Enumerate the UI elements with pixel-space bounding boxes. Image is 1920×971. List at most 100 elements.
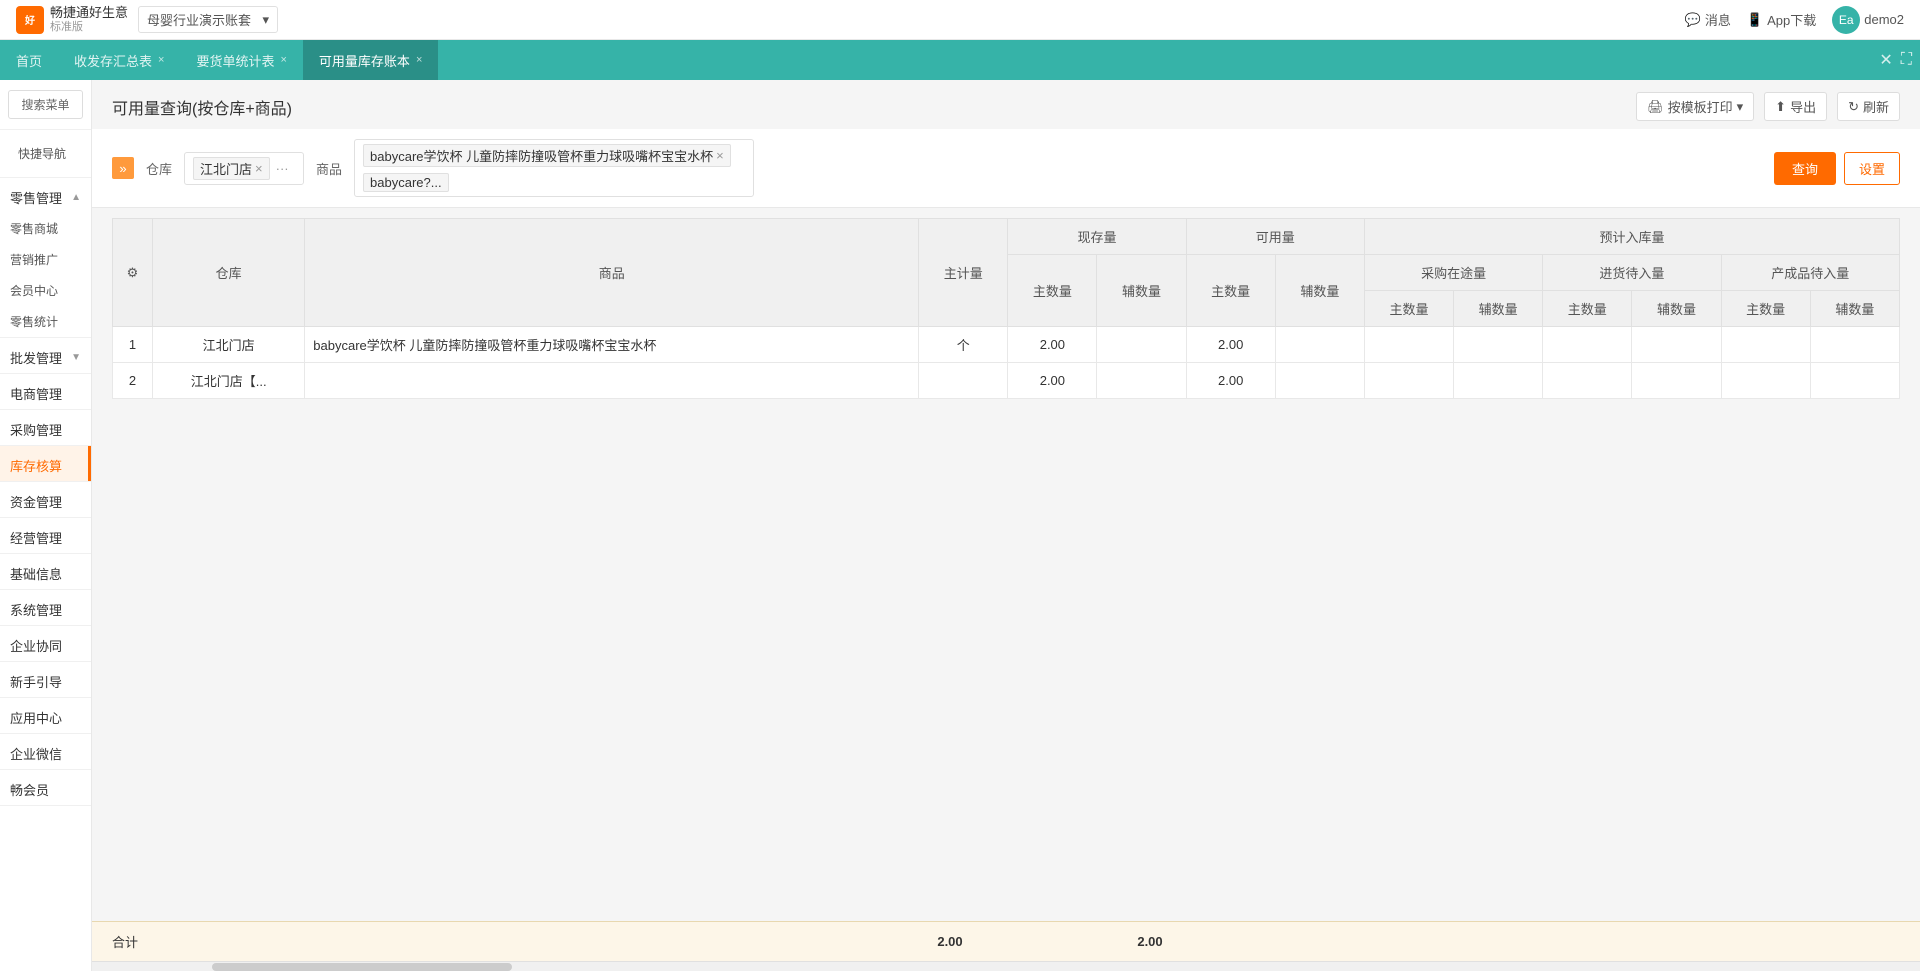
industry-selector[interactable]: 母婴行业演示账套 ▾ <box>138 6 278 33</box>
scrollbar-thumb[interactable] <box>212 963 512 971</box>
sidebar-item-members[interactable]: 会员中心 <box>0 275 91 306</box>
tab-order-stats[interactable]: 要货单统计表 × <box>180 40 302 80</box>
query-button[interactable]: 查询 <box>1774 152 1836 185</box>
sidebar-group-enterprise-header[interactable]: 企业协同 <box>0 626 91 661</box>
sidebar-item-quick-nav[interactable]: 快捷导航 <box>8 138 83 169</box>
sidebar-group-retail-header[interactable]: 零售管理 ▲ <box>0 178 91 213</box>
warehouse-filter-box[interactable]: 江北门店 × ··· <box>184 152 304 185</box>
sidebar-item-retail-stats[interactable]: 零售统计 <box>0 306 91 337</box>
row-product: babycare学饮杯 儿童防摔防撞吸管杯重力球吸嘴杯宝宝水杯 <box>305 327 919 363</box>
logo-area: 好 畅捷通好生意 标准版 <box>16 5 128 34</box>
warehouse-more-button[interactable]: ··· <box>276 161 289 176</box>
row-stock-main: 2.00 <box>1008 327 1097 363</box>
table-row[interactable]: 1 江北门店 babycare学饮杯 儿童防摔防撞吸管杯重力球吸嘴杯宝宝水杯 个… <box>113 327 1900 363</box>
row-production-aux <box>1810 327 1899 363</box>
sidebar-group-wholesale-header[interactable]: 批发管理 ▼ <box>0 338 91 373</box>
sidebar-item-marketing[interactable]: 营销推广 <box>0 244 91 275</box>
th-warehouse: 仓库 <box>153 219 305 327</box>
th-plan-inbound: 预计入库量 <box>1364 219 1899 255</box>
footer-purchase-main <box>1300 934 1400 949</box>
chevron-down-icon: ▾ <box>1737 99 1744 115</box>
th-purchase-main: 主数量 <box>1364 291 1453 327</box>
settings-icon[interactable]: ⚙ <box>127 265 139 280</box>
row-unit: 个 <box>919 327 1008 363</box>
data-table: ⚙ 仓库 商品 主计量 现存量 可用量 预计入库量 主数量 辅数量 主数量 辅数… <box>112 218 1900 399</box>
message-button[interactable]: 💬 消息 <box>1685 10 1731 29</box>
table-row[interactable]: 2 江北门店【... 2.00 2.00 <box>113 363 1900 399</box>
sidebar-group-system: 系统管理 <box>0 590 91 626</box>
sidebar-group-appstore-header[interactable]: 应用中心 <box>0 698 91 733</box>
row-stock-main: 2.00 <box>1008 363 1097 399</box>
settings-button[interactable]: 设置 <box>1844 152 1900 185</box>
close-all-tabs-icon[interactable]: ✕ <box>1879 50 1892 70</box>
page-actions: 🖨 按模板打印 ▾ ⬆ 导出 ↻ 刷新 <box>1636 92 1900 121</box>
th-production-group: 产成品待入量 <box>1721 255 1899 291</box>
nav-tabs: 首页 收发存汇总表 × 要货单统计表 × 可用量库存账本 × ✕ ⛶ <box>0 40 1920 80</box>
row-avail-aux <box>1275 327 1364 363</box>
row-arrival-main <box>1543 363 1632 399</box>
filter-bar: » 仓库 江北门店 × ··· 商品 babycare学饮杯 儿童防摔防撞吸管杯… <box>92 129 1920 208</box>
th-production-main: 主数量 <box>1721 291 1810 327</box>
sidebar-group-wechat-header[interactable]: 企业微信 <box>0 734 91 769</box>
scrollbar-area[interactable] <box>92 961 1920 971</box>
row-unit <box>919 363 1008 399</box>
sidebar-quick-nav-area: 快捷导航 <box>0 130 91 178</box>
logo-text: 畅捷通好生意 标准版 <box>50 5 128 34</box>
row-purchase-main <box>1364 363 1453 399</box>
row-index: 1 <box>113 327 153 363</box>
export-button[interactable]: ⬆ 导出 <box>1764 92 1827 121</box>
tab-home[interactable]: 首页 <box>0 40 58 80</box>
warehouse-tag-close[interactable]: × <box>255 161 263 176</box>
refresh-button[interactable]: ↻ 刷新 <box>1837 92 1900 121</box>
row-arrival-aux <box>1632 363 1721 399</box>
row-avail-aux <box>1275 363 1364 399</box>
sidebar-group-vip-header[interactable]: 畅会员 <box>0 770 91 805</box>
footer-label: 合计 <box>112 932 192 951</box>
footer-values: 2.00 2.00 <box>900 934 1900 949</box>
warehouse-filter-label: 仓库 <box>146 159 172 178</box>
th-available: 可用量 <box>1186 219 1364 255</box>
product-tag1-close[interactable]: × <box>716 148 724 163</box>
th-production-aux: 辅数量 <box>1810 291 1899 327</box>
close-tab-receive[interactable]: × <box>158 54 164 66</box>
top-bar: 好 畅捷通好生意 标准版 母婴行业演示账套 ▾ 💬 消息 📱 App下载 Ea … <box>0 0 1920 40</box>
sidebar-group-system-header[interactable]: 系统管理 <box>0 590 91 625</box>
th-purchase-group: 采购在途量 <box>1364 255 1542 291</box>
row-production-main <box>1721 327 1810 363</box>
close-tab-order[interactable]: × <box>280 54 286 66</box>
sidebar-group-newbie-header[interactable]: 新手引导 <box>0 662 91 697</box>
table-area: ⚙ 仓库 商品 主计量 现存量 可用量 预计入库量 主数量 辅数量 主数量 辅数… <box>92 208 1920 921</box>
expand-icon[interactable]: ⛶ <box>1901 51 1912 69</box>
th-arrival-group: 进货待入量 <box>1543 255 1721 291</box>
warehouse-tag[interactable]: 江北门店 × <box>193 157 270 180</box>
footer-stock-aux <box>1000 934 1100 949</box>
page-header: 可用量查询(按仓库+商品) 🖨 按模板打印 ▾ ⬆ 导出 ↻ 刷新 <box>92 80 1920 129</box>
sidebar-group-base: 基础信息 <box>0 554 91 590</box>
th-avail-main: 主数量 <box>1186 255 1275 327</box>
refresh-icon: ↻ <box>1848 99 1859 115</box>
tab-available-inventory[interactable]: 可用量库存账本 × <box>303 40 438 80</box>
app-download-button[interactable]: 📱 App下载 <box>1747 10 1816 29</box>
product-tag-2[interactable]: babycare?... <box>363 173 449 192</box>
tab-receive-summary[interactable]: 收发存汇总表 × <box>58 40 180 80</box>
sidebar-group-ecommerce-header[interactable]: 电商管理 <box>0 374 91 409</box>
footer-avail-aux <box>1200 934 1300 949</box>
product-tag-1[interactable]: babycare学饮杯 儿童防摔防撞吸管杯重力球吸嘴杯宝宝水杯 × <box>363 144 731 167</box>
sidebar-group-base-header[interactable]: 基础信息 <box>0 554 91 589</box>
download-icon: 📱 <box>1747 12 1763 28</box>
sidebar-group-operations-header[interactable]: 经营管理 <box>0 518 91 553</box>
sidebar-group-appstore: 应用中心 <box>0 698 91 734</box>
sidebar: 搜索菜单 快捷导航 零售管理 ▲ 零售商城 营销推广 会员中心 零售统计 批发管… <box>0 80 92 971</box>
sidebar-item-retail-store[interactable]: 零售商城 <box>0 213 91 244</box>
sidebar-group-inventory-header[interactable]: 库存核算 <box>0 446 91 481</box>
template-print-button[interactable]: 🖨 按模板打印 ▾ <box>1636 92 1754 121</box>
filter-toggle-button[interactable]: » <box>112 157 134 179</box>
user-menu[interactable]: Ea demo2 <box>1832 6 1904 34</box>
chevron-down-icon: ▾ <box>262 12 269 28</box>
sidebar-group-purchase-header[interactable]: 采购管理 <box>0 410 91 445</box>
close-tab-inventory[interactable]: × <box>416 54 422 66</box>
sidebar-group-finance-header[interactable]: 资金管理 <box>0 482 91 517</box>
row-production-main <box>1721 363 1810 399</box>
product-filter-box[interactable]: babycare学饮杯 儿童防摔防撞吸管杯重力球吸嘴杯宝宝水杯 × babyca… <box>354 139 754 197</box>
search-menu-button[interactable]: 搜索菜单 <box>8 90 83 119</box>
